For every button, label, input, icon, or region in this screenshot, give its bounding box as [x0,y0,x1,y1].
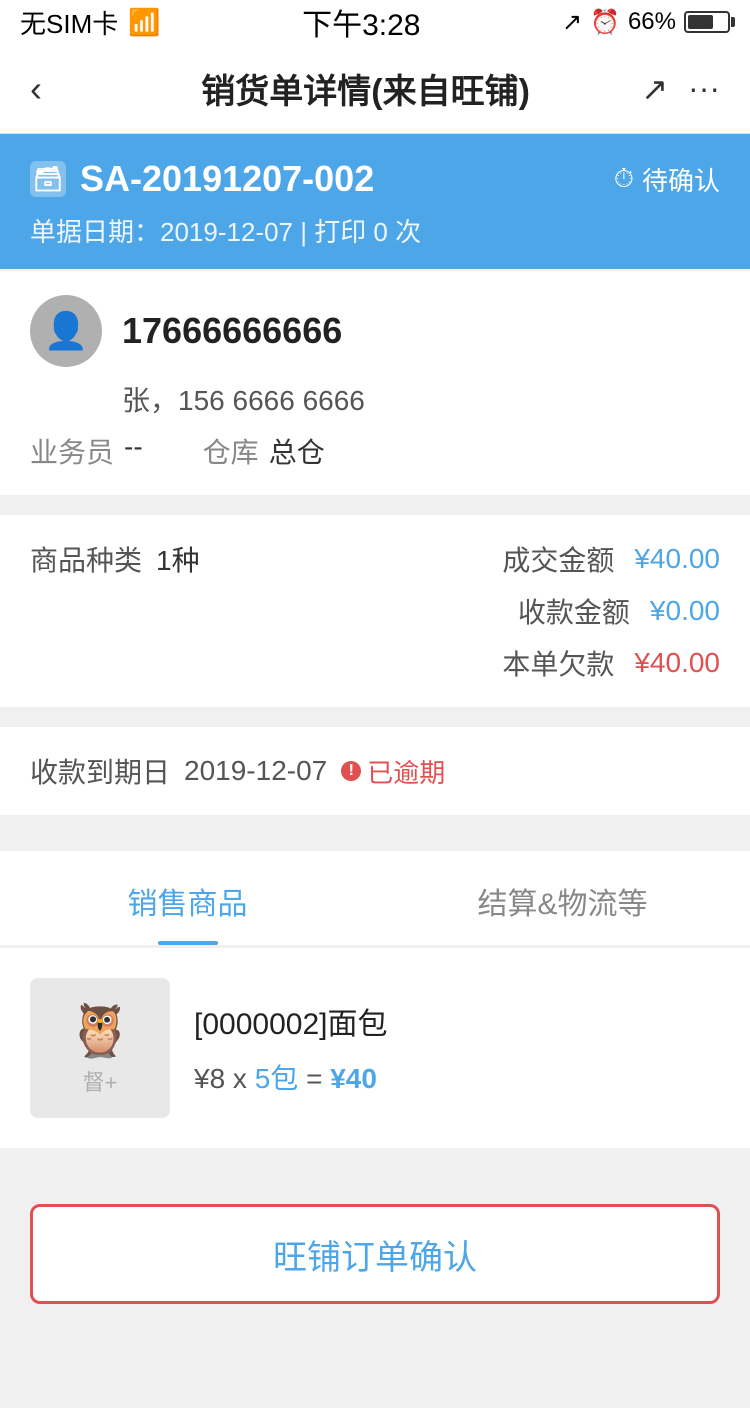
product-brand-plus: 督+ [83,1065,118,1097]
tabs-header: 销售商品 结算&物流等 [0,851,750,946]
received-value: ¥0.00 [650,595,720,627]
product-thumbnail: 🦉 督+ [30,978,170,1118]
product-equals: = [306,1063,330,1094]
product-owl-icon: 🦉 [68,1000,133,1061]
tab-settlement[interactable]: 结算&物流等 [375,851,750,945]
customer-phone: 17666666666 [122,310,342,352]
customer-top: 👤 17666666666 [30,295,720,367]
debt-label: 本单欠款 [502,643,614,683]
transaction-value: ¥40.00 [634,543,720,575]
bottom-bar: 旺铺订单确认 [0,1184,750,1334]
overdue-text: 已逾期 [367,753,445,790]
order-header-top: 🗃 SA-20191207-002 ⏱ 待确认 [30,158,720,200]
product-price-row: ¥8 x 5包 = ¥40 [194,1057,387,1097]
order-status: ⏱ 待确认 [614,161,720,198]
tab-sales-products[interactable]: 销售商品 [0,851,375,945]
customer-name: 张，156 6666 6666 [122,379,720,419]
transaction-label: 成交金额 [502,539,614,579]
overdue-icon: ! [341,761,361,781]
alarm-icon: ⏰ [590,8,620,37]
debt-row: 本单欠款 ¥40.00 [502,643,720,683]
customer-section: 👤 17666666666 张，156 6666 6666 业务员 -- 仓库 … [0,271,750,495]
received-label: 收款金额 [518,591,630,631]
order-id: 🗃 SA-20191207-002 [30,158,374,200]
more-button[interactable]: ··· [688,70,720,107]
order-date: 单据日期：2019-12-07 | 打印 0 次 [30,212,720,249]
amount-list: 成交金额 ¥40.00 收款金额 ¥0.00 本单欠款 ¥40.00 [502,539,720,683]
carrier-text: 无SIM卡 [20,4,118,41]
customer-avatar: 👤 [30,295,102,367]
nav-actions: ↗︎ ··· [641,70,720,108]
tabs-section: 销售商品 结算&物流等 [0,851,750,946]
product-thumbnail-inner: 🦉 督+ [68,1000,133,1097]
product-quantity: 5包 [255,1063,299,1094]
product-name: [0000002]面包 [194,999,387,1043]
salesperson-value: -- [124,431,143,471]
debt-value: ¥40.00 [634,647,720,679]
amounts-section: 商品种类 1种 成交金额 ¥40.00 收款金额 ¥0.00 本单欠款 ¥40.… [0,515,750,707]
share-button[interactable]: ↗︎ [641,70,668,108]
salesperson-label: 业务员 [30,431,114,471]
time-display: 下午3:28 [302,0,420,44]
page-title: 销货单详情(来自旺铺) [201,64,530,113]
customer-meta: 业务员 -- 仓库 总仓 [30,431,720,471]
nav-bar: ‹ 销货单详情(来自旺铺) ↗︎ ··· [0,44,750,134]
location-icon: ↗ [562,8,582,37]
clock-icon: ⏱ [614,163,634,195]
warehouse-field: 仓库 总仓 [203,431,325,471]
overdue-badge: ! 已逾期 [341,753,445,790]
due-date-value: 2019-12-07 [184,755,327,787]
confirm-order-button[interactable]: 旺铺订单确认 [30,1204,720,1304]
due-section: 收款到期日 2019-12-07 ! 已逾期 [0,727,750,815]
status-right: ↗ ⏰ 66% [562,8,730,37]
status-left: 无SIM卡 📶 [20,4,161,41]
product-info: [0000002]面包 ¥8 x 5包 = ¥40 [194,978,387,1118]
salesperson-field: 业务员 -- [30,431,143,471]
product-types-value: 1种 [156,539,200,579]
order-header: 🗃 SA-20191207-002 ⏱ 待确认 单据日期：2019-12-07 … [0,134,750,269]
product-types: 商品种类 1种 [30,539,200,579]
battery-icon [684,11,730,33]
received-row: 收款金额 ¥0.00 [518,591,720,631]
order-icon: 🗃 [30,161,66,197]
product-total: ¥40 [330,1063,377,1094]
product-types-label: 商品种类 [30,539,142,579]
warehouse-label: 仓库 [203,431,259,471]
back-button[interactable]: ‹ [30,68,90,110]
status-bar: 无SIM卡 📶 下午3:28 ↗ ⏰ 66% [0,0,750,44]
warehouse-value: 总仓 [269,431,325,471]
product-price: ¥8 x [194,1063,247,1094]
due-label: 收款到期日 [30,751,170,791]
wifi-icon: 📶 [128,7,160,38]
battery-text: 66% [628,8,676,36]
transaction-row: 成交金额 ¥40.00 [502,539,720,579]
product-item: 🦉 督+ [0000002]面包 ¥8 x 5包 = ¥40 [0,948,750,1148]
